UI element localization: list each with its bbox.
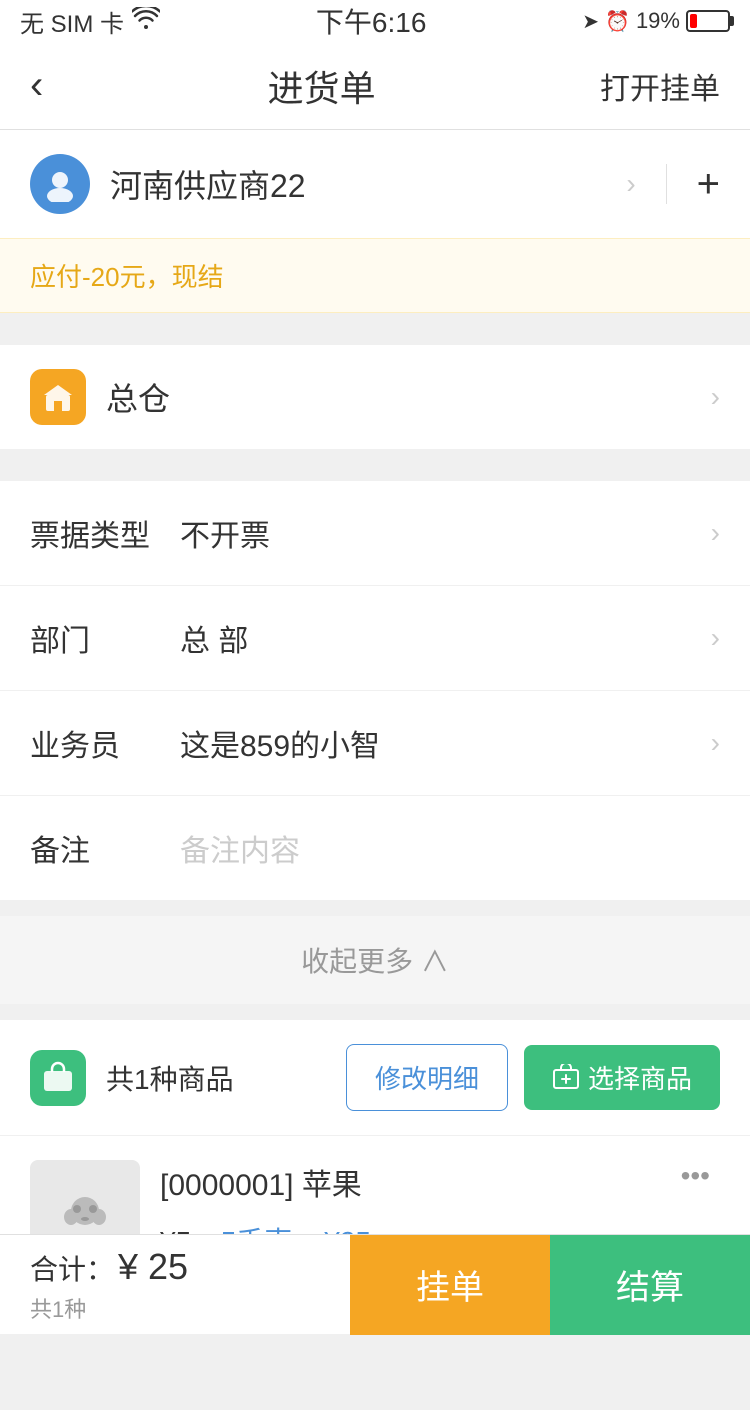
staff-label: 业务员	[30, 721, 150, 765]
product-id: [0000001]	[160, 1169, 293, 1202]
total-row: 合计： ¥ 25	[30, 1246, 320, 1288]
total-count: 共1种	[30, 1292, 320, 1324]
edit-detail-button[interactable]: 修改明细	[346, 1044, 508, 1111]
page-title: 进货单	[268, 60, 376, 112]
invoice-chevron-icon: ›	[711, 517, 720, 549]
remark-input[interactable]: 备注内容	[150, 826, 720, 870]
battery-percent: 19%	[636, 8, 680, 34]
remark-label: 备注	[30, 826, 150, 870]
product-count: 共1种商品	[106, 1058, 346, 1098]
invoice-row[interactable]: 票据类型 不开票 ›	[0, 481, 750, 586]
carrier-label: 无 SIM 卡	[20, 4, 124, 39]
warehouse-section: 总仓 ›	[0, 345, 750, 449]
hang-order-button[interactable]: 挂单	[350, 1235, 550, 1335]
bottom-bar: 合计： ¥ 25 共1种 挂单 结算	[0, 1234, 750, 1334]
status-right: ➤ ⏰ 19%	[582, 8, 730, 34]
department-chevron-icon: ›	[711, 622, 720, 654]
supplier-chevron-icon: ›	[626, 168, 635, 200]
warehouse-name: 总仓	[106, 374, 711, 420]
supplier-row[interactable]: 河南供应商22 › +	[0, 130, 750, 238]
warehouse-icon	[30, 369, 86, 425]
product-icon	[30, 1050, 86, 1106]
collapse-label: 收起更多 ∧	[301, 940, 449, 980]
select-product-label: 选择商品	[588, 1059, 692, 1096]
product-more-button[interactable]: •••	[671, 1160, 720, 1192]
department-label: 部门	[30, 616, 150, 660]
alarm-icon: ⏰	[605, 9, 630, 34]
total-section: 合计： ¥ 25 共1种	[0, 1246, 350, 1324]
status-left: 无 SIM 卡	[20, 4, 160, 39]
status-time: 下午6:16	[316, 1, 427, 41]
total-label: 合计：	[30, 1248, 114, 1288]
remark-row[interactable]: 备注 备注内容	[0, 796, 750, 900]
form-section: 票据类型 不开票 › 部门 总 部 › 业务员 这是859的小智 › 备注 备注…	[0, 481, 750, 900]
add-supplier-button[interactable]: +	[697, 162, 720, 207]
location-icon: ➤	[582, 9, 599, 34]
notice-text: 应付-20元，现结	[30, 262, 224, 292]
supplier-section: 河南供应商22 › + 应付-20元，现结	[0, 130, 750, 313]
invoice-value: 不开票	[150, 511, 711, 555]
open-pending-button[interactable]: 打开挂单	[600, 64, 720, 108]
supplier-name: 河南供应商22	[110, 161, 626, 207]
department-row[interactable]: 部门 总 部 ›	[0, 586, 750, 691]
staff-value: 这是859的小智	[150, 721, 711, 765]
back-button[interactable]: ‹	[30, 63, 43, 108]
collapse-row[interactable]: 收起更多 ∧	[0, 916, 750, 1004]
notice-banner: 应付-20元，现结	[0, 238, 750, 313]
divider	[666, 164, 667, 204]
staff-row[interactable]: 业务员 这是859的小智 ›	[0, 691, 750, 796]
battery-icon	[686, 10, 730, 32]
product-header: 共1种商品 修改明细 选择商品	[0, 1020, 750, 1136]
warehouse-row[interactable]: 总仓 ›	[0, 345, 750, 449]
nav-bar: ‹ 进货单 打开挂单	[0, 42, 750, 130]
status-bar: 无 SIM 卡 下午6:16 ➤ ⏰ 19%	[0, 0, 750, 42]
select-product-button[interactable]: 选择商品	[524, 1045, 720, 1110]
settle-button[interactable]: 结算	[550, 1235, 750, 1335]
department-value: 总 部	[150, 616, 711, 660]
product-name: [0000001] 苹果	[160, 1160, 671, 1204]
supplier-avatar	[30, 154, 90, 214]
product-title: 苹果	[302, 1169, 362, 1202]
staff-chevron-icon: ›	[711, 727, 720, 759]
total-amount: ¥ 25	[118, 1246, 188, 1288]
wifi-icon	[132, 7, 160, 36]
invoice-label: 票据类型	[30, 511, 150, 555]
warehouse-chevron-icon: ›	[711, 381, 720, 413]
